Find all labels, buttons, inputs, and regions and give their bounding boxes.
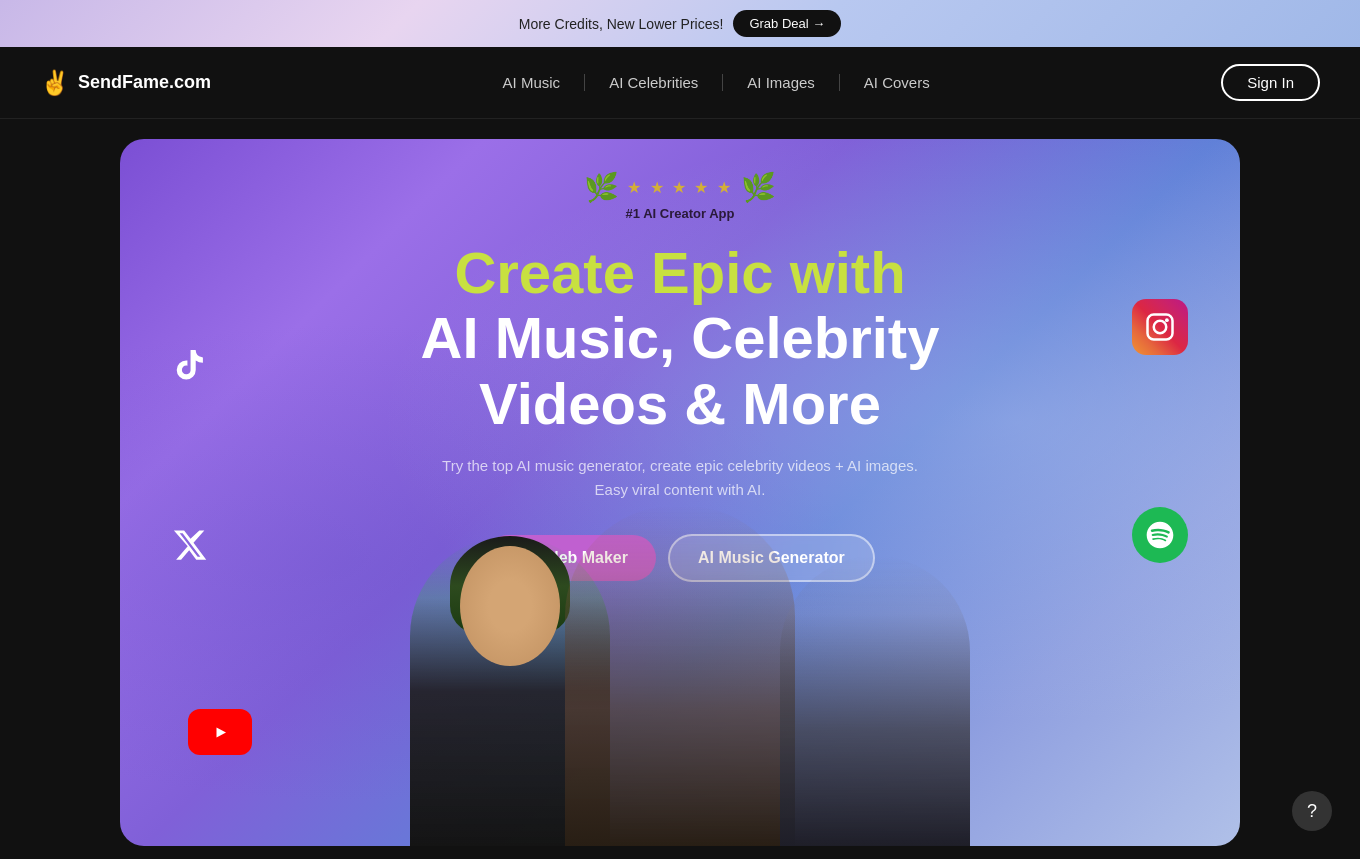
billie-head <box>460 546 560 666</box>
banner-text: More Credits, New Lower Prices! <box>519 16 724 32</box>
tiktok-icon[interactable] <box>164 339 216 391</box>
logo-emoji: ✌️ <box>40 69 70 97</box>
hero-wrapper: 🌿 ★ ★ ★ ★ ★ 🌿 #1 AI Creator App Create E… <box>0 119 1360 859</box>
laurel-right-icon: 🌿 <box>741 171 776 204</box>
twitter-icon[interactable] <box>164 519 216 571</box>
logo-text: SendFame.com <box>78 72 211 93</box>
svg-rect-0 <box>1148 315 1173 340</box>
nav-ai-music[interactable]: AI Music <box>479 74 586 91</box>
badge-stars: ★ ★ ★ ★ ★ <box>627 178 733 197</box>
badge-content: 🌿 ★ ★ ★ ★ ★ 🌿 <box>584 171 776 204</box>
nav-ai-covers[interactable]: AI Covers <box>840 74 954 91</box>
help-button[interactable]: ? <box>1292 791 1332 831</box>
headline-line3: Videos & More <box>421 371 940 438</box>
celebrity-trump <box>565 506 795 846</box>
nav-ai-images[interactable]: AI Images <box>723 74 840 91</box>
headline-line2: AI Music, Celebrity <box>421 305 940 372</box>
headline-line1: Create Epic with <box>421 241 940 305</box>
logo[interactable]: ✌️ SendFame.com <box>40 69 211 97</box>
spotify-icon[interactable] <box>1132 507 1188 563</box>
navbar: ✌️ SendFame.com AI Music AI Celebrities … <box>0 47 1360 119</box>
svg-point-1 <box>1154 321 1167 334</box>
nav-ai-celebrities[interactable]: AI Celebrities <box>585 74 723 91</box>
badge: 🌿 ★ ★ ★ ★ ★ 🌿 #1 AI Creator App <box>584 171 776 221</box>
headline: Create Epic with AI Music, Celebrity Vid… <box>421 241 940 438</box>
celebrity-musk <box>780 556 970 846</box>
nav-links: AI Music AI Celebrities AI Images AI Cov… <box>479 74 954 91</box>
instagram-icon[interactable] <box>1132 299 1188 355</box>
grab-deal-button[interactable]: Grab Deal → <box>733 10 841 37</box>
celebs-area <box>330 506 1030 846</box>
top-banner: More Credits, New Lower Prices! Grab Dea… <box>0 0 1360 47</box>
subtext-line1: Try the top AI music generator, create e… <box>442 454 918 478</box>
hero-card: 🌿 ★ ★ ★ ★ ★ 🌿 #1 AI Creator App Create E… <box>120 139 1240 846</box>
badge-label: #1 AI Creator App <box>626 206 735 221</box>
subtext-line2: Easy viral content with AI. <box>442 478 918 502</box>
laurel-left-icon: 🌿 <box>584 171 619 204</box>
hero-subtext: Try the top AI music generator, create e… <box>442 454 918 502</box>
youtube-icon[interactable] <box>188 709 252 755</box>
sign-in-button[interactable]: Sign In <box>1221 64 1320 101</box>
svg-point-2 <box>1165 318 1169 322</box>
